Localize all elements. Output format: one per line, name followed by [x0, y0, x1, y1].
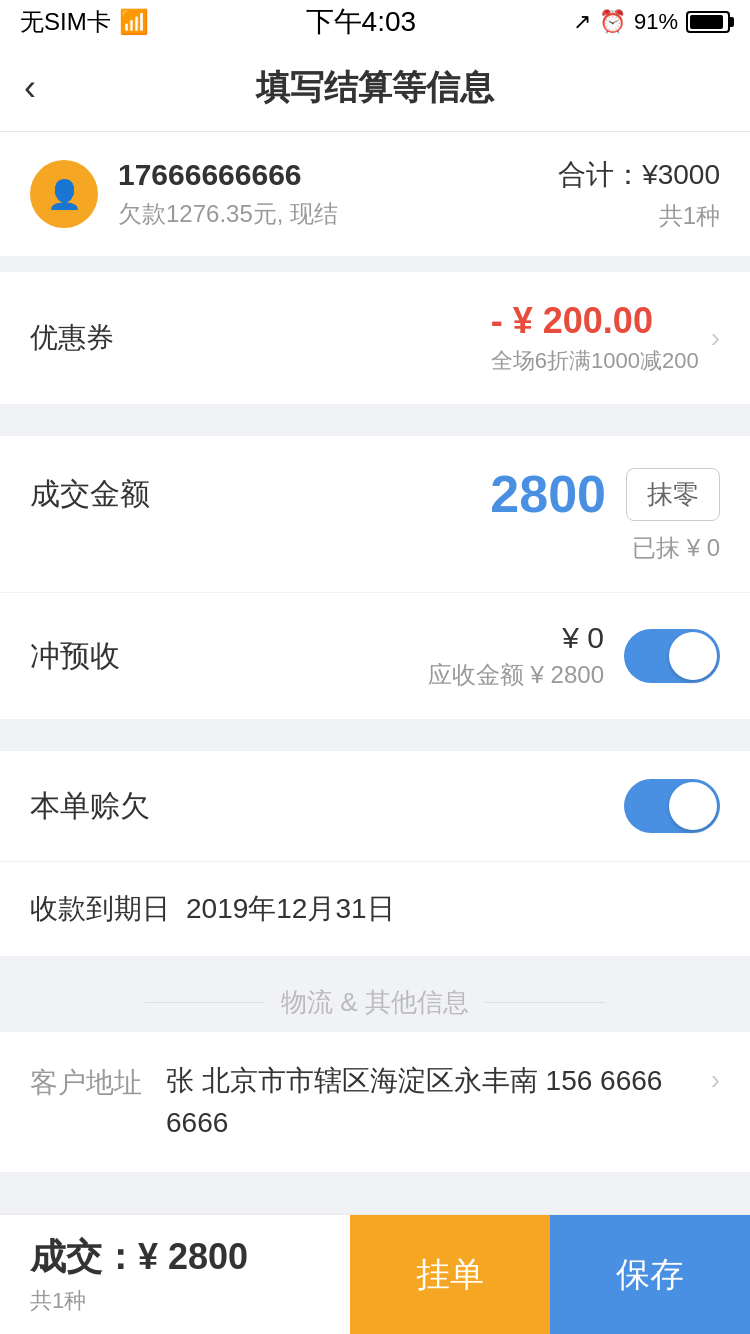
- coupon-row[interactable]: 优惠券 - ¥ 200.00 全场6折满1000减200 ›: [0, 272, 750, 404]
- deal-amount-wrapper: 2800 抹零: [490, 464, 720, 524]
- coupon-desc: 全场6折满1000减200: [491, 346, 699, 376]
- bottom-deal-text: 成交：¥ 2800: [30, 1233, 320, 1282]
- address-label: 客户地址: [30, 1060, 142, 1102]
- section-divider-1: [0, 420, 750, 436]
- back-button[interactable]: ‹: [24, 67, 36, 109]
- nav-bar: ‹ 填写结算等信息: [0, 44, 750, 132]
- suspend-button[interactable]: 挂单: [350, 1215, 550, 1335]
- logistics-line-left: [145, 1002, 265, 1003]
- bottom-summary: 成交：¥ 2800 共1种: [0, 1233, 350, 1316]
- bottom-deal-amount: ¥ 2800: [138, 1236, 248, 1277]
- status-right: ↗ ⏰ 91%: [573, 9, 730, 35]
- customer-info: 17666666666 欠款1276.35元, 现结: [118, 158, 338, 230]
- duedate-value: 2019年12月31日: [186, 890, 395, 928]
- debt-toggle[interactable]: [624, 779, 720, 833]
- status-time: 下午4:03: [306, 3, 417, 41]
- duedate-row: 收款到期日 2019年12月31日: [30, 890, 720, 928]
- deal-section: 成交金额 2800 抹零 已抹 ¥ 0: [0, 436, 750, 592]
- battery-percentage: 91%: [634, 9, 678, 35]
- deal-amount-label: 成交金额: [30, 474, 150, 515]
- customer-right: 合计：¥3000 共1种: [558, 156, 720, 232]
- deal-amount-value: 2800: [490, 464, 606, 524]
- debt-toggle-knob: [669, 782, 717, 830]
- prepay-label: 冲预收: [30, 636, 120, 677]
- logistics-divider: 物流 & 其他信息: [0, 972, 750, 1032]
- status-bar: 无SIM卡 📶 下午4:03 ↗ ⏰ 91%: [0, 0, 750, 44]
- location-icon: ↗: [573, 9, 591, 35]
- debt-label: 本单赊欠: [30, 786, 150, 827]
- address-chevron-icon: ›: [711, 1060, 720, 1096]
- avatar-icon: 👤: [47, 178, 82, 211]
- alarm-icon: ⏰: [599, 9, 626, 35]
- customer-phone: 17666666666: [118, 158, 338, 192]
- duedate-label: 收款到期日: [30, 890, 170, 928]
- content: 👤 17666666666 欠款1276.35元, 现结 合计：¥3000 共1…: [0, 132, 750, 1334]
- prepay-right: ¥ 0 应收金额 ¥ 2800: [428, 621, 720, 691]
- bottom-bar: 成交：¥ 2800 共1种 挂单 保存: [0, 1214, 750, 1334]
- page-title: 填写结算等信息: [256, 65, 494, 111]
- coupon-discount: - ¥ 200.00: [491, 300, 699, 342]
- coupon-right: - ¥ 200.00 全场6折满1000减200 ›: [491, 300, 720, 376]
- prepay-section: 冲预收 ¥ 0 应收金额 ¥ 2800: [0, 592, 750, 719]
- avatar: 👤: [30, 160, 98, 228]
- duedate-section: 收款到期日 2019年12月31日: [0, 861, 750, 956]
- sim-status: 无SIM卡: [20, 6, 111, 38]
- address-value: 张 北京市市辖区海淀区永丰南 156 6666 6666: [166, 1060, 699, 1144]
- logistics-label: 物流 & 其他信息: [145, 985, 605, 1020]
- wifi-icon: 📶: [119, 8, 149, 36]
- logistics-line-right: [485, 1002, 605, 1003]
- coupon-chevron-icon: ›: [711, 322, 720, 354]
- deal-sub-text: 已抹 ¥ 0: [30, 532, 720, 564]
- status-left: 无SIM卡 📶: [20, 6, 149, 38]
- prepay-sub-text: 应收金额 ¥ 2800: [428, 659, 604, 691]
- customer-left: 👤 17666666666 欠款1276.35元, 现结: [30, 158, 338, 230]
- section-divider-2: [0, 719, 750, 735]
- prepay-amount-block: ¥ 0 应收金额 ¥ 2800: [428, 621, 604, 691]
- bottom-count: 共1种: [30, 1286, 320, 1316]
- round-down-button[interactable]: 抹零: [626, 468, 720, 521]
- customer-card: 👤 17666666666 欠款1276.35元, 现结 合计：¥3000 共1…: [0, 132, 750, 256]
- battery-icon: [686, 11, 730, 33]
- total-count: 共1种: [558, 200, 720, 232]
- prepay-row: 冲预收 ¥ 0 应收金额 ¥ 2800: [30, 621, 720, 691]
- deal-row: 成交金额 2800 抹零: [30, 464, 720, 524]
- total-amount: 合计：¥3000: [558, 156, 720, 194]
- prepay-toggle[interactable]: [624, 629, 720, 683]
- prepay-toggle-knob: [669, 632, 717, 680]
- save-button[interactable]: 保存: [550, 1215, 750, 1335]
- customer-debt: 欠款1276.35元, 现结: [118, 198, 338, 230]
- prepay-amount: ¥ 0: [428, 621, 604, 655]
- coupon-label: 优惠券: [30, 319, 114, 357]
- debt-section: 本单赊欠: [0, 751, 750, 861]
- address-section[interactable]: 客户地址 张 北京市市辖区海淀区永丰南 156 6666 6666 ›: [0, 1032, 750, 1172]
- bottom-deal-label: 成交：: [30, 1236, 138, 1277]
